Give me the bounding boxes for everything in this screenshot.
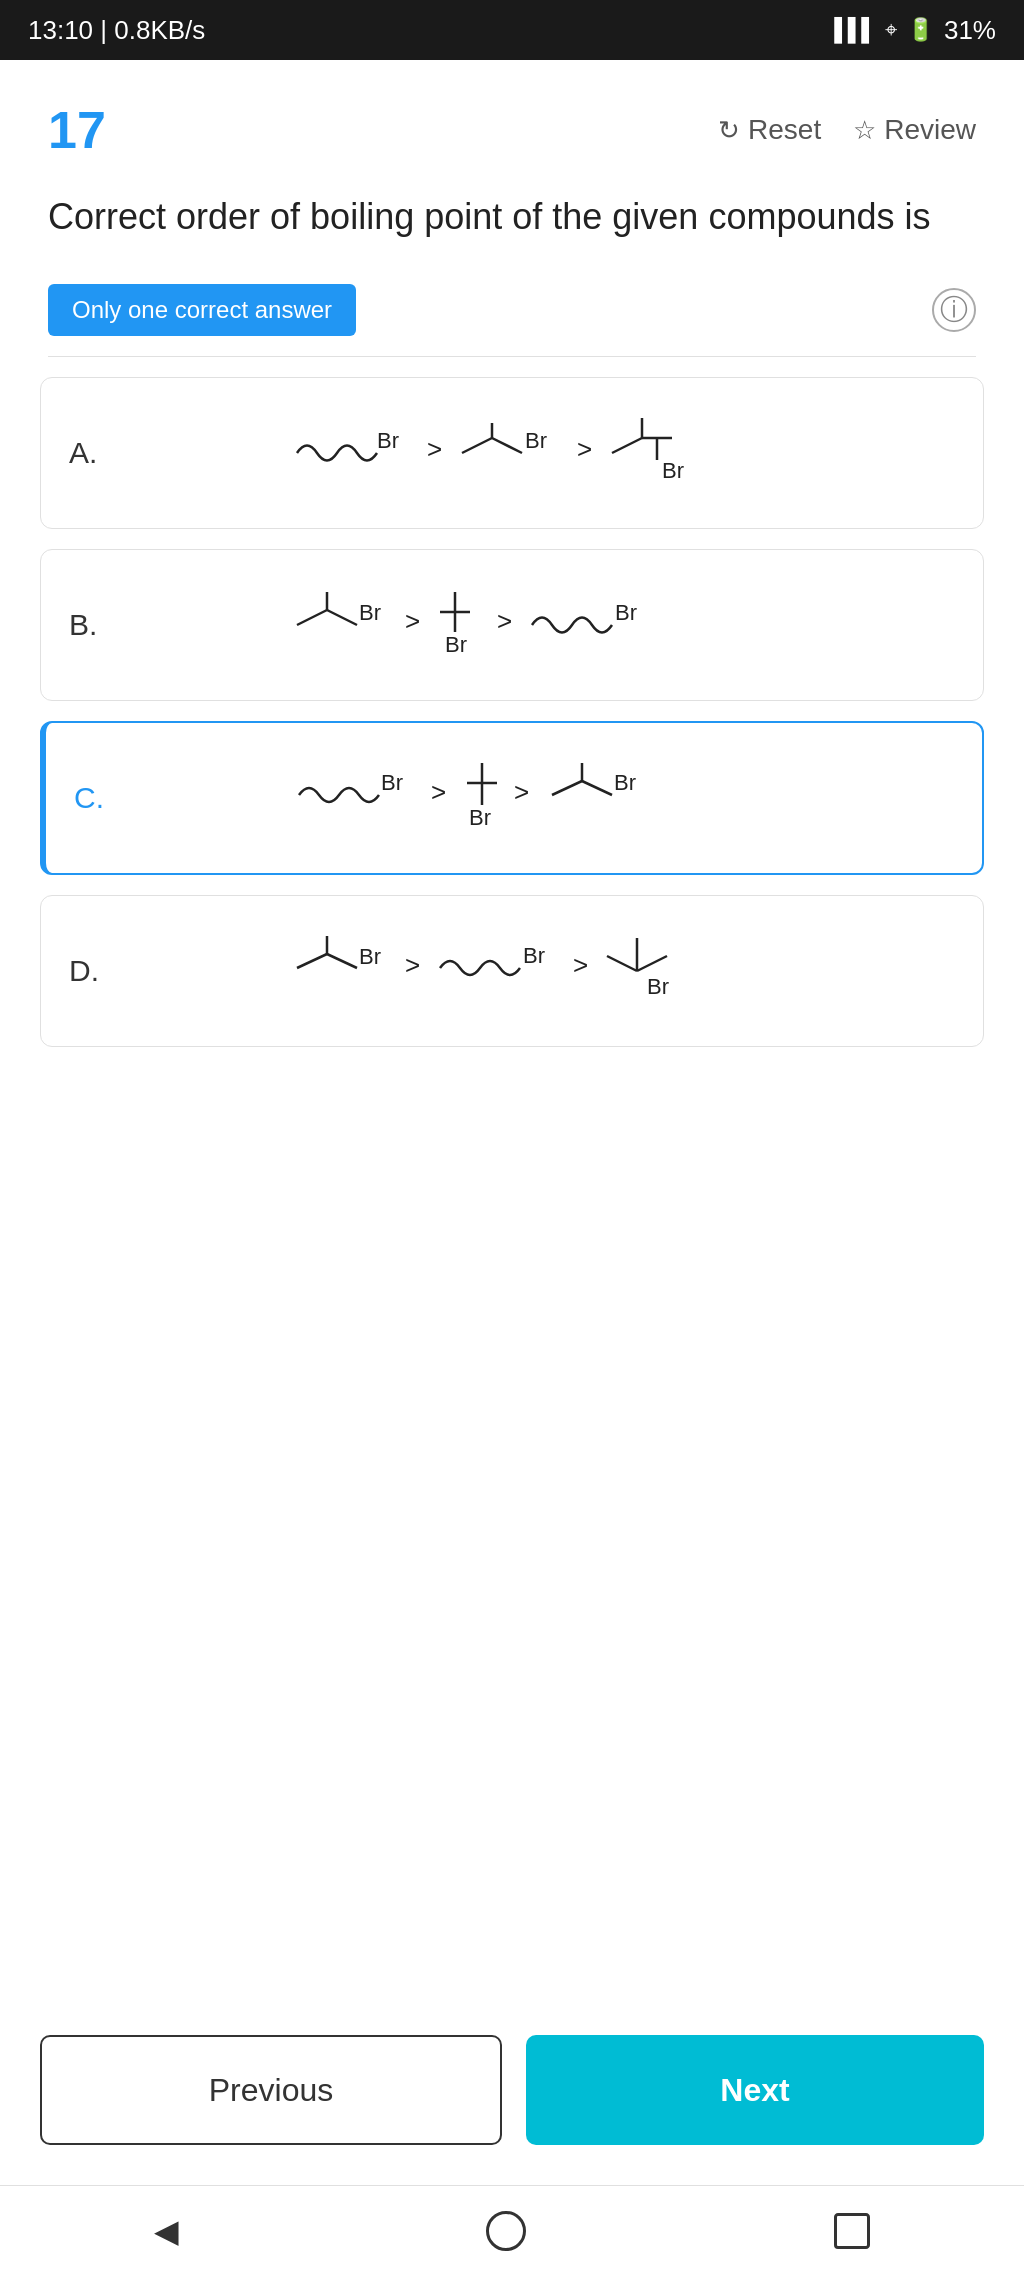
back-button[interactable]: ◀ bbox=[154, 2212, 179, 2250]
option-d-content: Br > Br > Br bbox=[139, 926, 955, 1016]
option-d-svg: Br > Br > Br bbox=[139, 926, 955, 1016]
info-icon[interactable]: ⓘ bbox=[932, 288, 976, 332]
home-button[interactable] bbox=[486, 2211, 526, 2251]
svg-text:>: > bbox=[431, 777, 446, 807]
recents-button[interactable] bbox=[834, 2213, 870, 2249]
svg-text:Br: Br bbox=[525, 428, 547, 453]
option-a-label: A. bbox=[69, 436, 119, 470]
options-container: A. Br > Br > bbox=[0, 357, 1024, 1067]
svg-line-31 bbox=[582, 781, 612, 795]
previous-button[interactable]: Previous bbox=[40, 2035, 502, 2145]
svg-text:Br: Br bbox=[469, 805, 491, 830]
android-nav-bar: ◀ bbox=[0, 2185, 1024, 2275]
svg-text:Br: Br bbox=[445, 632, 467, 657]
svg-line-12 bbox=[297, 610, 327, 625]
svg-text:Br: Br bbox=[615, 600, 637, 625]
svg-text:Br: Br bbox=[523, 943, 545, 968]
signal-icon: ▌▌▌ bbox=[834, 17, 875, 43]
svg-text:Br: Br bbox=[381, 770, 403, 795]
reset-label: Reset bbox=[748, 114, 821, 146]
svg-text:>: > bbox=[405, 950, 420, 980]
svg-line-42 bbox=[637, 956, 667, 971]
svg-line-30 bbox=[552, 781, 582, 795]
nav-buttons: Previous Next bbox=[0, 1995, 1024, 2185]
svg-line-7 bbox=[612, 438, 642, 453]
option-b-label: B. bbox=[69, 608, 119, 642]
status-time: 13:10 | 0.8KB/s bbox=[28, 15, 205, 46]
svg-line-35 bbox=[327, 954, 357, 968]
question-text: Correct order of boiling point of the gi… bbox=[0, 180, 1024, 274]
svg-text:Br: Br bbox=[359, 600, 381, 625]
svg-text:>: > bbox=[577, 434, 592, 464]
svg-line-13 bbox=[327, 610, 357, 625]
main-content: 17 ↻ Reset ☆ Review Correct order of boi… bbox=[0, 60, 1024, 2185]
header-actions: ↻ Reset ☆ Review bbox=[718, 114, 976, 146]
svg-text:>: > bbox=[405, 606, 420, 636]
svg-text:Br: Br bbox=[647, 974, 669, 999]
review-button[interactable]: ☆ Review bbox=[853, 114, 976, 146]
option-a[interactable]: A. Br > Br > bbox=[40, 377, 984, 529]
option-b-svg: Br > Br > Br bbox=[139, 580, 955, 670]
svg-text:Br: Br bbox=[614, 770, 636, 795]
option-b-content: Br > Br > Br bbox=[139, 580, 955, 670]
option-a-svg: Br > Br > Br bbox=[139, 408, 955, 498]
option-a-content: Br > Br > Br bbox=[139, 408, 955, 498]
svg-line-34 bbox=[297, 954, 327, 968]
svg-text:Br: Br bbox=[377, 428, 399, 453]
svg-line-3 bbox=[492, 438, 522, 453]
next-button[interactable]: Next bbox=[526, 2035, 984, 2145]
svg-line-2 bbox=[462, 438, 492, 453]
svg-text:>: > bbox=[514, 777, 529, 807]
question-number: 17 bbox=[48, 100, 106, 160]
review-icon: ☆ bbox=[853, 115, 876, 146]
status-bar: 13:10 | 0.8KB/s ▌▌▌ ⌖ 🔋 31% bbox=[0, 0, 1024, 60]
option-d-label: D. bbox=[69, 954, 119, 988]
answer-type-row: Only one correct answer ⓘ bbox=[0, 274, 1024, 356]
status-right: ▌▌▌ ⌖ 🔋 31% bbox=[834, 15, 996, 46]
option-c-label: C. bbox=[74, 781, 124, 815]
battery-icon: 🔋 bbox=[907, 17, 934, 43]
svg-text:>: > bbox=[427, 434, 442, 464]
option-c-svg: Br > Br > Br bbox=[144, 753, 954, 843]
option-b[interactable]: B. Br > Br > bbox=[40, 549, 984, 701]
battery-percent: 31% bbox=[944, 15, 996, 46]
option-d[interactable]: D. Br > Br > bbox=[40, 895, 984, 1047]
reset-icon: ↻ bbox=[718, 115, 740, 146]
svg-text:Br: Br bbox=[662, 458, 684, 483]
svg-text:>: > bbox=[573, 950, 588, 980]
svg-text:Br: Br bbox=[359, 944, 381, 969]
option-c[interactable]: C. Br > Br > bbox=[40, 721, 984, 875]
reset-button[interactable]: ↻ Reset bbox=[718, 114, 821, 146]
wifi-icon: ⌖ bbox=[885, 17, 897, 43]
question-header: 17 ↻ Reset ☆ Review bbox=[0, 60, 1024, 180]
svg-line-41 bbox=[607, 956, 637, 971]
answer-type-badge: Only one correct answer bbox=[48, 284, 356, 336]
review-label: Review bbox=[884, 114, 976, 146]
option-c-content: Br > Br > Br bbox=[144, 753, 954, 843]
svg-text:>: > bbox=[497, 606, 512, 636]
